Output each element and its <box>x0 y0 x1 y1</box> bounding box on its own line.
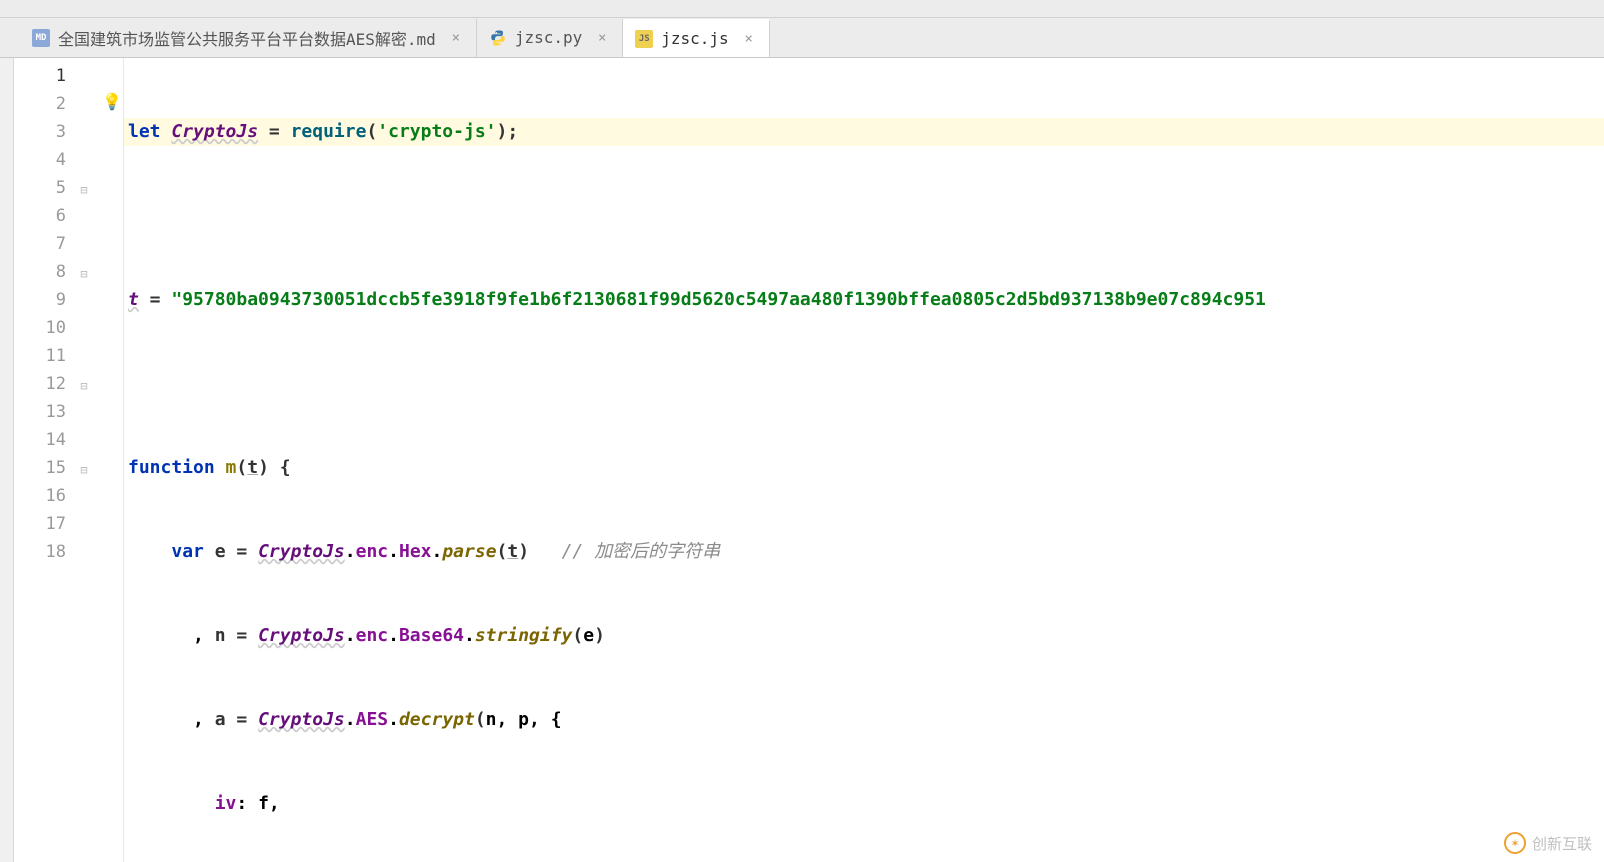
line-number[interactable]: 1 <box>14 62 74 90</box>
tab-md-file[interactable]: MD 全国建筑市场监管公共服务平台平台数据AES解密.md × <box>20 19 477 57</box>
left-panel[interactable] <box>0 58 14 862</box>
line-number[interactable]: 14 <box>14 426 74 454</box>
watermark-text: 创新互联 <box>1532 833 1592 854</box>
code-line <box>124 202 1604 230</box>
line-number[interactable]: 3 <box>14 118 74 146</box>
fold-marker-icon[interactable]: ⊟ <box>78 456 90 468</box>
line-number[interactable]: 11 <box>14 342 74 370</box>
watermark-icon: ✶ <box>1504 832 1526 854</box>
tab-py-file[interactable]: jzsc.py × <box>477 19 623 57</box>
javascript-icon: JS <box>635 30 653 48</box>
code-editor[interactable]: let CryptoJs = require('crypto-js'); t =… <box>124 58 1604 862</box>
code-line: let CryptoJs = require('crypto-js'); <box>124 118 1604 146</box>
code-line: , n = CryptoJs.enc.Base64.stringify(e) <box>124 622 1604 650</box>
intention-bulb-icon[interactable]: 💡 <box>102 88 122 116</box>
line-number[interactable]: 6 <box>14 202 74 230</box>
tab-label: jzsc.js <box>661 29 728 48</box>
line-number[interactable]: 13 <box>14 398 74 426</box>
line-number[interactable]: 17 <box>14 510 74 538</box>
code-line: iv: f, <box>124 790 1604 818</box>
top-toolbar <box>0 0 1604 18</box>
line-number-gutter: 1 2 3 4 5 6 7 8 9 10 11 12 13 14 15 16 1… <box>14 58 74 862</box>
tab-js-file[interactable]: JS jzsc.js × <box>623 19 769 57</box>
fold-gutter: 💡 ⊟ ⊟ ⊟ ⊟ <box>74 58 124 862</box>
code-line: function m(t) { <box>124 454 1604 482</box>
fold-marker-icon[interactable]: ⊟ <box>78 176 90 188</box>
tab-label: jzsc.py <box>515 28 582 47</box>
line-number[interactable]: 9 <box>14 286 74 314</box>
code-line: , a = CryptoJs.AES.decrypt(n, p, { <box>124 706 1604 734</box>
python-icon <box>489 29 507 47</box>
line-number[interactable]: 5 <box>14 174 74 202</box>
close-icon[interactable]: × <box>741 31 757 47</box>
markdown-icon: MD <box>32 29 50 47</box>
editor-container: 1 2 3 4 5 6 7 8 9 10 11 12 13 14 15 16 1… <box>0 58 1604 862</box>
close-icon[interactable]: × <box>594 30 610 46</box>
line-number[interactable]: 15 <box>14 454 74 482</box>
tabs-bar: MD 全国建筑市场监管公共服务平台平台数据AES解密.md × jzsc.py … <box>0 18 1604 58</box>
code-line: var e = CryptoJs.enc.Hex.parse(t) // 加密后… <box>124 538 1604 566</box>
line-number[interactable]: 10 <box>14 314 74 342</box>
line-number[interactable]: 12 <box>14 370 74 398</box>
line-number[interactable]: 7 <box>14 230 74 258</box>
code-line: t = "95780ba0943730051dccb5fe3918f9fe1b6… <box>124 286 1604 314</box>
fold-marker-icon[interactable]: ⊟ <box>78 372 90 384</box>
tab-label: 全国建筑市场监管公共服务平台平台数据AES解密.md <box>58 26 436 50</box>
line-number[interactable]: 8 <box>14 258 74 286</box>
watermark: ✶ 创新互联 <box>1504 832 1592 854</box>
code-line <box>124 370 1604 398</box>
fold-marker-icon[interactable]: ⊟ <box>78 260 90 272</box>
line-number[interactable]: 16 <box>14 482 74 510</box>
close-icon[interactable]: × <box>448 30 464 46</box>
line-number[interactable]: 2 <box>14 90 74 118</box>
line-number[interactable]: 4 <box>14 146 74 174</box>
line-number[interactable]: 18 <box>14 538 74 566</box>
